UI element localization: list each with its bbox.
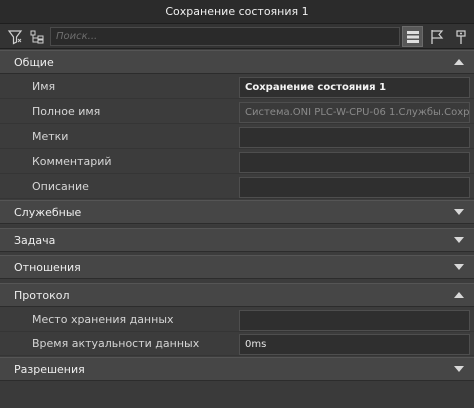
property-label: Метки: [32, 130, 69, 143]
property-row-description: Описание: [0, 175, 474, 199]
expand-arrow-icon: [454, 237, 464, 243]
filter-icon[interactable]: [4, 26, 25, 47]
tags-field[interactable]: [239, 127, 470, 148]
section-general-header[interactable]: Общие: [0, 50, 474, 74]
property-label: Полное имя: [32, 105, 101, 118]
property-row-name: Имя Сохранение состояния 1: [0, 75, 474, 99]
name-field[interactable]: Сохранение состояния 1: [239, 77, 470, 98]
property-label: Имя: [32, 80, 56, 93]
property-label: Место хранения данных: [32, 313, 174, 326]
section-relations-header[interactable]: Отношения: [0, 255, 474, 279]
pin-settings-icon[interactable]: [450, 26, 471, 47]
section-permissions-title: Разрешения: [14, 362, 85, 376]
property-label: Описание: [32, 180, 89, 193]
section-service-header[interactable]: Служебные: [0, 200, 474, 224]
section-general-title: Общие: [14, 55, 54, 69]
section-relations-title: Отношения: [14, 260, 81, 274]
storage-location-field[interactable]: [239, 310, 470, 331]
property-row-data-lifetime: Время актуальности данных 0ms: [0, 332, 474, 356]
expand-arrow-icon: [454, 366, 464, 372]
collapse-arrow-icon: [454, 59, 464, 65]
section-task-title: Задача: [14, 233, 56, 247]
toolbar: [0, 24, 474, 49]
description-field[interactable]: [239, 177, 470, 198]
property-row-tags: Метки: [0, 125, 474, 149]
comment-field[interactable]: [239, 152, 470, 173]
window-title: Сохранение состояния 1: [0, 0, 474, 24]
collapse-arrow-icon: [454, 292, 464, 298]
property-label: Время актуальности данных: [32, 337, 200, 350]
section-permissions-header[interactable]: Разрешения: [0, 357, 474, 381]
grouped-view-icon[interactable]: [402, 26, 423, 47]
property-label: Комментарий: [32, 155, 112, 168]
section-protocol-header[interactable]: Протокол: [0, 283, 474, 307]
full-name-field[interactable]: Система.ONI PLC-W-CPU-06 1.Службы.Сохран…: [239, 102, 470, 123]
property-row-full-name: Полное имя Система.ONI PLC-W-CPU-06 1.Сл…: [0, 100, 474, 124]
section-service-title: Служебные: [14, 205, 82, 219]
data-lifetime-field[interactable]: 0ms: [239, 334, 470, 355]
expand-arrow-icon: [454, 209, 464, 215]
search-input[interactable]: [50, 27, 400, 46]
tree-settings-icon[interactable]: [26, 26, 47, 47]
property-row-storage-location: Место хранения данных: [0, 308, 474, 332]
section-task-header[interactable]: Задача: [0, 228, 474, 252]
flag-icon[interactable]: [426, 26, 447, 47]
empty-area: [0, 381, 474, 408]
section-protocol-title: Протокол: [14, 288, 70, 302]
property-row-comment: Комментарий: [0, 150, 474, 174]
expand-arrow-icon: [454, 264, 464, 270]
